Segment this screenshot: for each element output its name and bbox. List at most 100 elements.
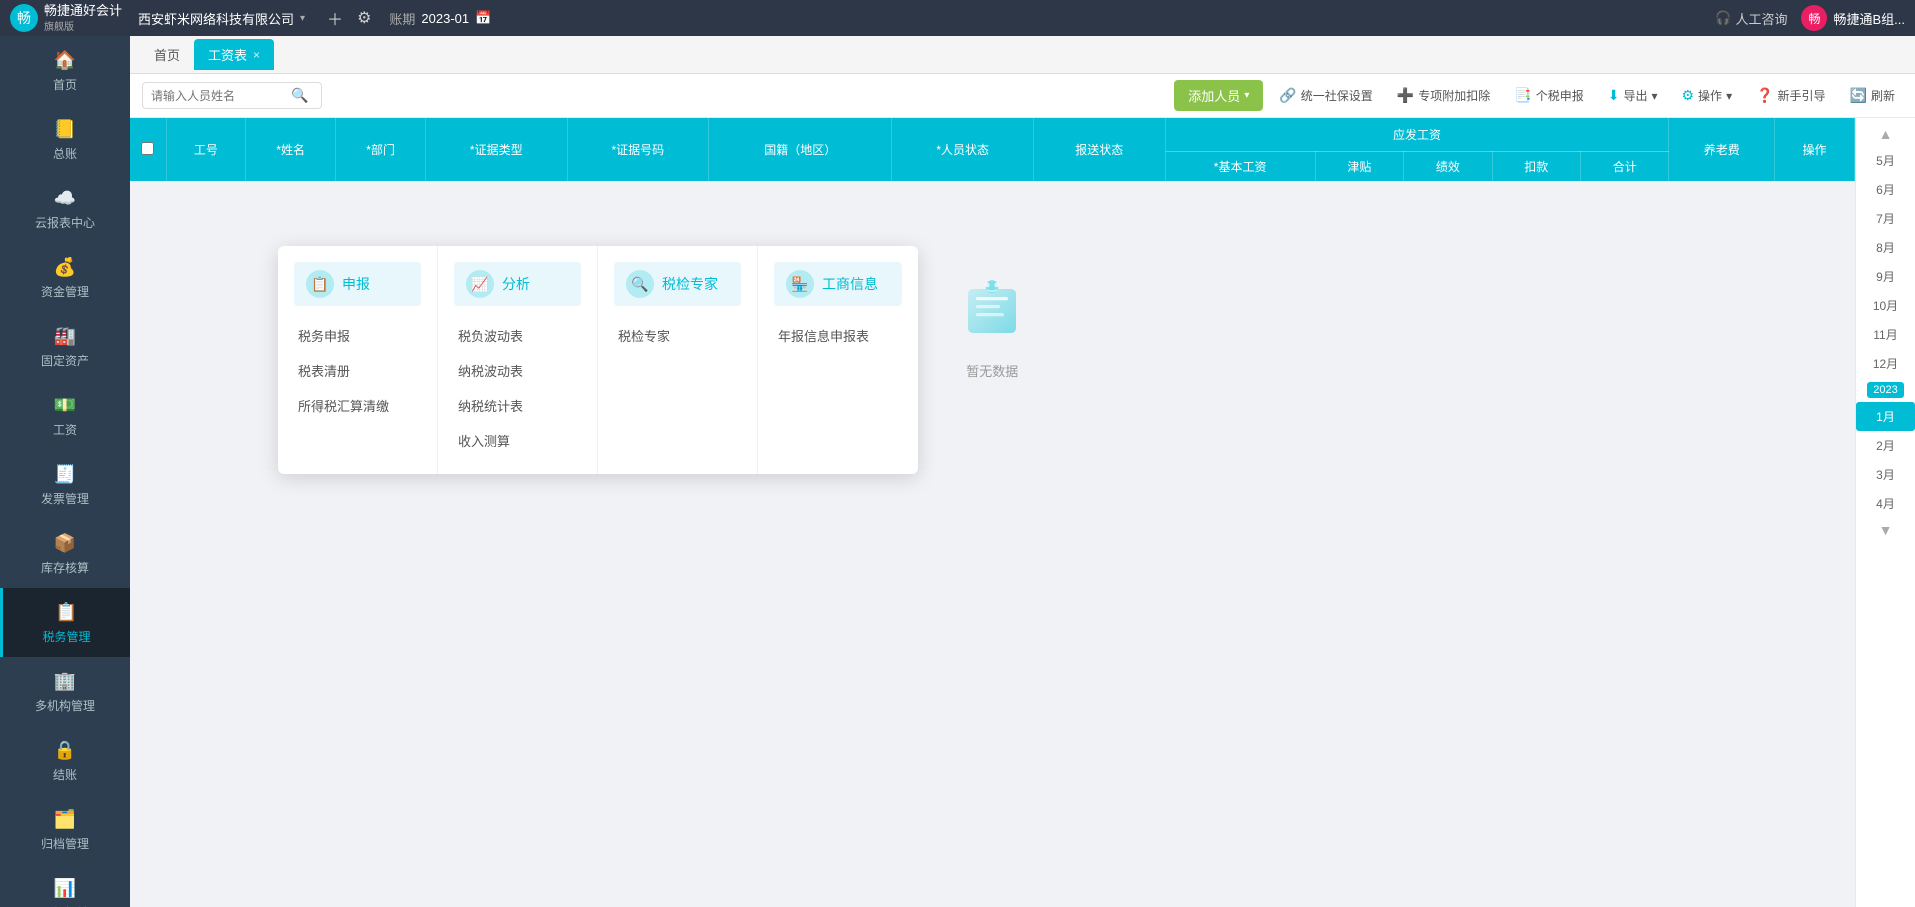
menu-item-tax-stats[interactable]: 纳税统计表: [454, 388, 581, 423]
select-all-checkbox[interactable]: [141, 142, 154, 155]
special-deduction-label: 专项附加扣除: [1418, 87, 1490, 104]
search-input[interactable]: [151, 89, 291, 103]
rp-month-7[interactable]: 7月: [1856, 204, 1915, 233]
col-total-header: 合计: [1580, 152, 1668, 182]
toolbar: 🔍 添加人员 ▾ 🔗 统一社保设置 ➕ 专项附加扣除 📑 个税申报 ⬇ 导出: [130, 74, 1915, 118]
rp-down-btn[interactable]: ▼: [1875, 518, 1897, 542]
taxcheck-label: 税检专家: [662, 274, 718, 294]
top-bar-right: 🎧 人工咨询 畅 畅捷通B组...: [1715, 5, 1905, 31]
menu-item-income-tax-settle[interactable]: 所得税汇算清缴: [294, 388, 421, 423]
rp-month-9[interactable]: 9月: [1856, 262, 1915, 291]
support-btn[interactable]: 🎧 人工咨询: [1715, 9, 1787, 28]
sidebar-item-cloud[interactable]: ☁️ 云报表中心: [0, 174, 130, 243]
shenba-label: 申报: [342, 274, 370, 294]
dropdown-header-analysis: 📈 分析: [454, 262, 581, 306]
rp-month-8[interactable]: 8月: [1856, 233, 1915, 262]
dropdown-col-taxcheck: 🔍 税检专家 税检专家: [598, 246, 758, 474]
rp-month-5[interactable]: 5月: [1856, 146, 1915, 175]
add-company-btn[interactable]: ＋: [325, 4, 345, 32]
export-btn[interactable]: ⬇ 导出 ▾: [1600, 83, 1666, 108]
rp-up-btn[interactable]: ▲: [1875, 122, 1897, 146]
col-id-num-header: *证据号码: [567, 118, 709, 181]
main-layout: 🏠 首页 📒 总账 ☁️ 云报表中心 💰 资金管理 🏭 固定资产 💵 工资 🧾 …: [0, 36, 1915, 907]
sidebar-label-cloud: 云报表中心: [35, 214, 95, 231]
user-info[interactable]: 畅 畅捷通B组...: [1801, 5, 1905, 31]
sidebar-item-invoice[interactable]: 🧾 发票管理: [0, 450, 130, 519]
sidebar-item-assets[interactable]: 🏭 固定资产: [0, 312, 130, 381]
tab-home[interactable]: 首页: [140, 39, 194, 70]
tax-report-icon: 📑: [1514, 87, 1531, 104]
menu-item-tax-burden[interactable]: 税负波动表: [454, 318, 581, 353]
rp-month-2[interactable]: 2月: [1856, 431, 1915, 460]
rp-month-1[interactable]: 1月: [1856, 402, 1915, 431]
col-checkbox[interactable]: [130, 118, 166, 181]
settings-btn[interactable]: ⚙: [355, 6, 373, 30]
tab-salary[interactable]: 工资表 ×: [194, 39, 274, 70]
sidebar-label-inventory: 库存核算: [41, 559, 89, 576]
refresh-btn[interactable]: 🔄 刷新: [1842, 83, 1903, 108]
top-bar-actions: ＋ ⚙: [325, 4, 373, 32]
sidebar-item-ledger[interactable]: 📒 总账: [0, 105, 130, 174]
add-person-label: 添加人员: [1188, 86, 1240, 105]
rp-month-12[interactable]: 12月: [1856, 349, 1915, 378]
empty-state-icon: [952, 269, 1032, 349]
col-operations-header: 操作: [1775, 118, 1855, 181]
dropdown-header-bizinfo: 🏪 工商信息: [774, 262, 902, 306]
company-dropdown-arrow: ▾: [300, 13, 305, 24]
rp-month-3[interactable]: 3月: [1856, 460, 1915, 489]
multi-icon: 🏢: [53, 669, 77, 693]
bizinfo-label: 工商信息: [822, 274, 878, 294]
sidebar-item-inventory[interactable]: 📦 库存核算: [0, 519, 130, 588]
empty-text: 暂无数据: [966, 361, 1018, 380]
social-security-btn[interactable]: 🔗 统一社保设置: [1271, 83, 1380, 108]
rp-month-4[interactable]: 4月: [1856, 489, 1915, 518]
assets-icon: 🏭: [53, 324, 77, 348]
col-id-type-header: *证据类型: [425, 118, 567, 181]
sidebar-item-closing[interactable]: 🔒 结账: [0, 726, 130, 795]
guide-btn[interactable]: ❓ 新手引导: [1748, 83, 1833, 108]
sidebar-item-report[interactable]: 📊 小畅报销: [0, 864, 130, 907]
sidebar-item-tax[interactable]: 📋 税务管理: [0, 588, 130, 657]
dropdown-col-shenba: 📋 申报 税务申报 税表清册 所得税汇算清缴: [278, 246, 438, 474]
add-btn-arrow-icon: ▾: [1244, 90, 1249, 101]
company-selector[interactable]: 西安虾米网络科技有限公司 ▾: [130, 9, 313, 28]
sidebar-label-assets: 固定资产: [41, 352, 89, 369]
user-avatar: 畅: [1801, 5, 1827, 31]
salary-icon: 💵: [53, 393, 77, 417]
menu-item-tax-declare[interactable]: 税务申报: [294, 318, 421, 353]
sidebar-item-multi[interactable]: 🏢 多机构管理: [0, 657, 130, 726]
home-icon: 🏠: [53, 48, 77, 72]
sidebar-item-fund[interactable]: 💰 资金管理: [0, 243, 130, 312]
sidebar-item-home[interactable]: 🏠 首页: [0, 36, 130, 105]
add-person-btn[interactable]: 添加人员 ▾: [1174, 80, 1263, 111]
bizinfo-icon: 🏪: [786, 270, 814, 298]
tab-salary-close[interactable]: ×: [253, 48, 260, 62]
menu-item-annual-report[interactable]: 年报信息申报表: [774, 318, 902, 353]
rp-month-6[interactable]: 6月: [1856, 175, 1915, 204]
col-dept-header: *部门: [336, 118, 426, 181]
period-calendar-icon[interactable]: 📅: [475, 10, 491, 26]
operations-btn[interactable]: ⚙ 操作 ▾: [1673, 83, 1740, 108]
special-deduction-btn[interactable]: ➕ 专项附加扣除: [1389, 83, 1498, 108]
dropdown-col-analysis: 📈 分析 税负波动表 纳税波动表 纳税统计表 收入测算: [438, 246, 598, 474]
sidebar-item-archive[interactable]: 🗂️ 归档管理: [0, 795, 130, 864]
table-container: 工号 *姓名 *部门 *证据类型 *证据号码 国籍（地区） *人员状态 报送状态…: [130, 118, 1855, 907]
dropdown-col-bizinfo: 🏪 工商信息 年报信息申报表: [758, 246, 918, 474]
period-info: 账期 2023-01 📅: [389, 9, 491, 28]
closing-icon: 🔒: [53, 738, 77, 762]
rp-month-10[interactable]: 10月: [1856, 291, 1915, 320]
tax-icon: 📋: [55, 600, 79, 624]
invoice-icon: 🧾: [53, 462, 77, 486]
menu-item-tax-wave[interactable]: 纳税波动表: [454, 353, 581, 388]
menu-item-tax-sheet[interactable]: 税表清册: [294, 353, 421, 388]
col-group-salary-header: 应发工资: [1165, 118, 1669, 152]
app-subtitle: 旗舰版: [44, 18, 122, 33]
content-area: 首页 工资表 × 🔍 添加人员 ▾ 🔗 统一社保设置 ➕: [130, 36, 1915, 907]
export-label: 导出: [1623, 87, 1647, 104]
right-panel-year-2023: 2023: [1867, 382, 1903, 398]
menu-item-income-calc[interactable]: 收入测算: [454, 423, 581, 458]
tax-report-btn[interactable]: 📑 个税申报: [1506, 83, 1591, 108]
sidebar-item-salary[interactable]: 💵 工资: [0, 381, 130, 450]
menu-item-taxcheck-expert[interactable]: 税检专家: [614, 318, 741, 353]
rp-month-11[interactable]: 11月: [1856, 320, 1915, 349]
